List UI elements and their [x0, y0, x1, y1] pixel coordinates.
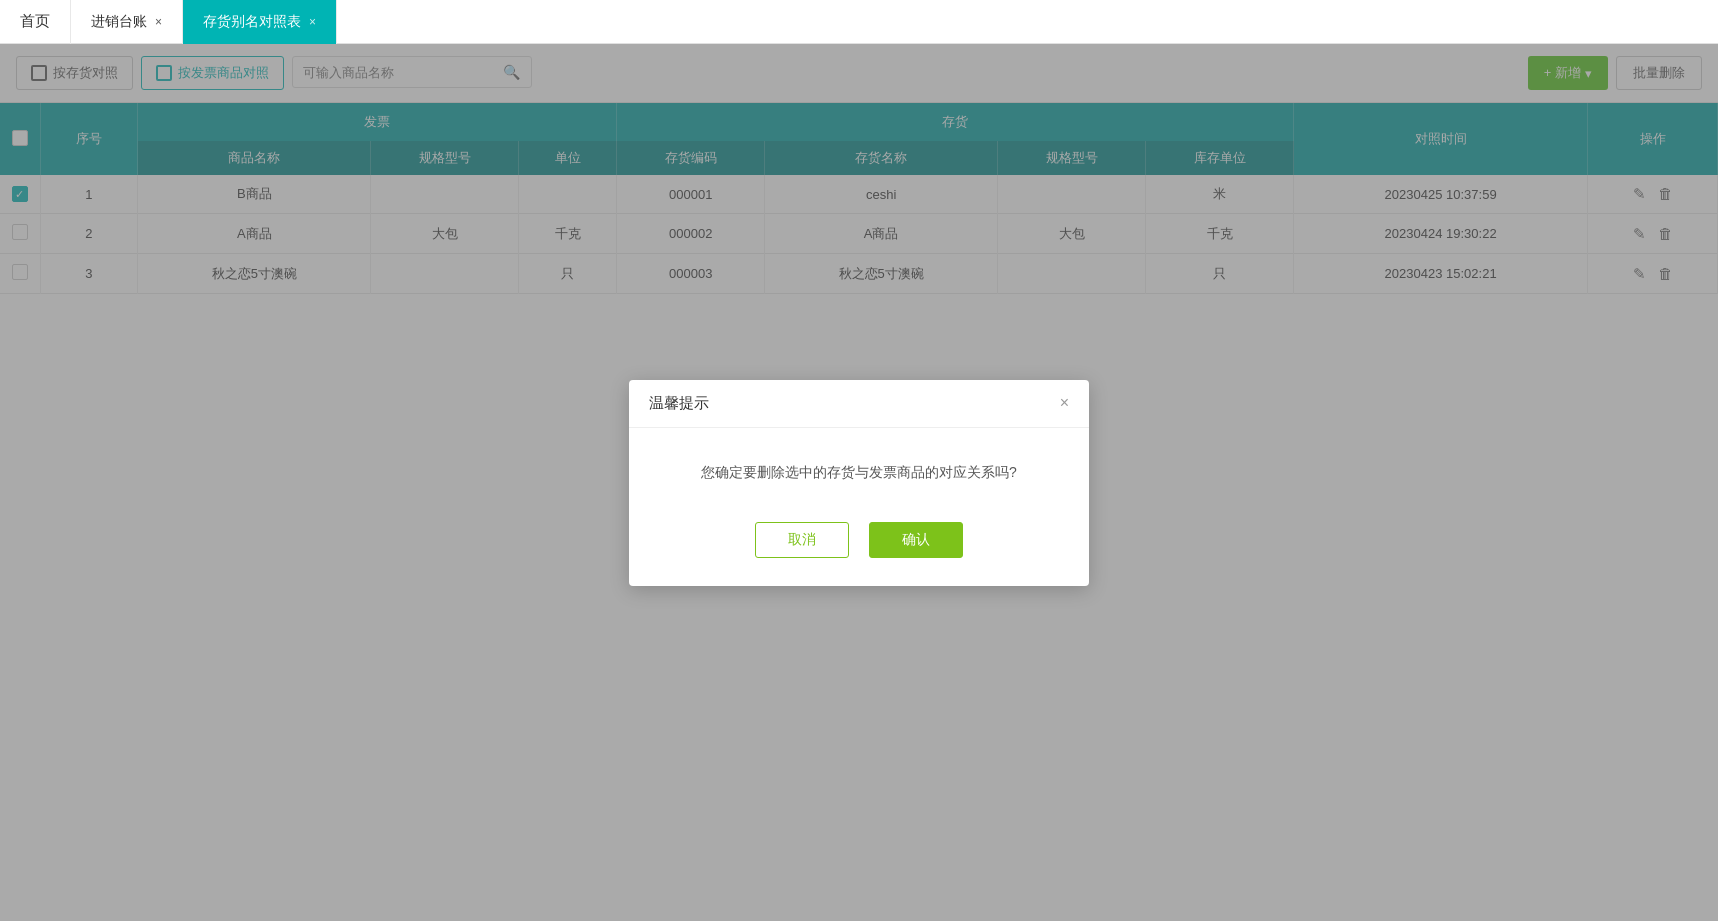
- dialog-body: 您确定要删除选中的存货与发票商品的对应关系吗?: [629, 428, 1089, 506]
- dialog-title: 温馨提示: [649, 394, 709, 413]
- dialog-message: 您确定要删除选中的存货与发票商品的对应关系吗?: [701, 464, 1017, 480]
- btn-dialog-confirm[interactable]: 确认: [869, 522, 963, 558]
- tab-bar: 首页 进销台账 × 存货别名对照表 ×: [0, 0, 1718, 44]
- dialog-close-button[interactable]: ×: [1060, 394, 1069, 412]
- dialog-header: 温馨提示 ×: [629, 380, 1089, 428]
- tab-mapping-close[interactable]: ×: [309, 15, 316, 29]
- tab-mapping[interactable]: 存货别名对照表 ×: [183, 0, 337, 44]
- tab-ledger-label: 进销台账: [91, 13, 147, 31]
- tab-ledger-close[interactable]: ×: [155, 15, 162, 29]
- main-content: 按存货对照 按发票商品对照 🔍 + 新增 ▾ 批量删除: [0, 44, 1718, 921]
- tab-mapping-label: 存货别名对照表: [203, 13, 301, 31]
- dialog-overlay: 温馨提示 × 您确定要删除选中的存货与发票商品的对应关系吗? 取消 确认: [0, 44, 1718, 921]
- dialog: 温馨提示 × 您确定要删除选中的存货与发票商品的对应关系吗? 取消 确认: [629, 380, 1089, 586]
- tab-home-label: 首页: [20, 12, 50, 31]
- btn-dialog-cancel[interactable]: 取消: [755, 522, 849, 558]
- tab-ledger[interactable]: 进销台账 ×: [71, 0, 183, 44]
- tab-home[interactable]: 首页: [0, 0, 71, 44]
- dialog-footer: 取消 确认: [629, 506, 1089, 586]
